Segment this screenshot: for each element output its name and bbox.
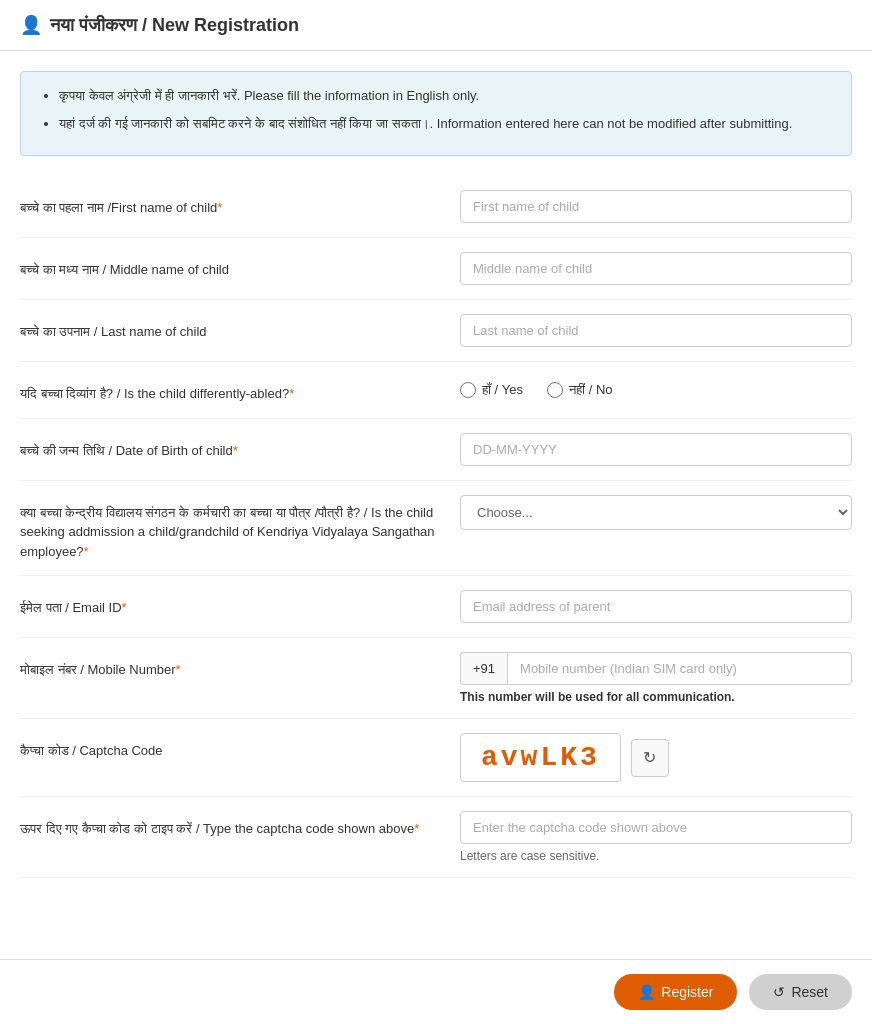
required-star: * [176,662,181,677]
mobile-prefix: +91 [460,652,507,685]
reset-label: Reset [791,984,828,1000]
last-name-wrap [460,314,852,347]
captcha-image: avwLK3 [460,733,621,782]
first-name-label: बच्चे का पहला नाम /First name of child* [20,190,440,218]
mobile-row: मोबाइल नंबर / Mobile Number* +91 This nu… [20,638,852,719]
captcha-refresh-button[interactable]: ↻ [631,739,669,777]
captcha-input-label: ऊपर दिए गए कैप्चा कोड को टाइप करें / Typ… [20,811,440,839]
last-name-label: बच्चे का उपनाम / Last name of child [20,314,440,342]
footer-actions: 👤 Register ↺ Reset [0,959,872,1024]
dob-label: बच्चे की जन्म तिथि / Date of Birth of ch… [20,433,440,461]
kv-employee-select[interactable]: Choose... Yes No [460,495,852,530]
reset-button[interactable]: ↺ Reset [749,974,852,1010]
dob-wrap [460,433,852,466]
reset-icon: ↺ [773,984,785,1000]
email-wrap [460,590,852,623]
captcha-case-note: Letters are case sensitive. [460,849,852,863]
info-notice: कृपया केवल अंग्रेजी में ही जानकारी भरें.… [20,71,852,156]
register-label: Register [661,984,713,1000]
register-icon: 👤 [638,984,655,1000]
differently-abled-label: यदि बच्चा दिव्यांग है? / Is the child di… [20,376,440,404]
last-name-row: बच्चे का उपनाम / Last name of child [20,300,852,362]
middle-name-input[interactable] [460,252,852,285]
mobile-label: मोबाइल नंबर / Mobile Number* [20,652,440,680]
radio-no-text: नहीं / No [569,382,612,398]
email-label: ईमेल पता / Email ID* [20,590,440,618]
dob-input[interactable] [460,433,852,466]
captcha-wrap: avwLK3 ↻ [460,733,852,782]
radio-yes[interactable] [460,382,476,398]
new-registration-icon: 👤 [20,14,42,36]
required-star: * [217,200,222,215]
required-star: * [122,600,127,615]
differently-abled-radio-group: हाँ / Yes नहीं / No [460,376,852,398]
middle-name-row: बच्चे का मध्य नाम / Middle name of child [20,238,852,300]
mobile-input-group: +91 [460,652,852,685]
last-name-input[interactable] [460,314,852,347]
first-name-wrap [460,190,852,223]
required-star: * [289,386,294,401]
required-star: * [233,443,238,458]
email-row: ईमेल पता / Email ID* [20,576,852,638]
registration-form: बच्चे का पहला नाम /First name of child* … [0,166,872,888]
captcha-row: कैप्चा कोड / Captcha Code avwLK3 ↻ [20,719,852,797]
dob-row: बच्चे की जन्म तिथि / Date of Birth of ch… [20,419,852,481]
register-button[interactable]: 👤 Register [614,974,737,1010]
radio-no-label[interactable]: नहीं / No [547,382,612,398]
captcha-input-wrap: Letters are case sensitive. [460,811,852,863]
mobile-note: This number will be used for all communi… [460,690,852,704]
page-title: नया पंजीकरण / New Registration [50,15,299,36]
first-name-row: बच्चे का पहला नाम /First name of child* [20,176,852,238]
middle-name-label: बच्चे का मध्य नाम / Middle name of child [20,252,440,280]
info-bullet-2: यहां दर्ज की गई जानकारी को सबमिट करने के… [59,114,833,134]
captcha-label: कैप्चा कोड / Captcha Code [20,733,440,761]
radio-yes-label[interactable]: हाँ / Yes [460,382,523,398]
differently-abled-row: यदि बच्चा दिव्यांग है? / Is the child di… [20,362,852,419]
info-bullet-1: कृपया केवल अंग्रेजी में ही जानकारी भरें.… [59,86,833,106]
kv-employee-row: क्या बच्चा केन्द्रीय विद्यालय संगठन के क… [20,481,852,577]
captcha-input-row: ऊपर दिए गए कैप्चा कोड को टाइप करें / Typ… [20,797,852,878]
captcha-input-field[interactable] [460,811,852,844]
mobile-wrap: +91 This number will be used for all com… [460,652,852,704]
kv-employee-wrap: Choose... Yes No [460,495,852,530]
differently-abled-wrap: हाँ / Yes नहीं / No [460,376,852,398]
required-star: * [414,821,419,836]
mobile-input[interactable] [507,652,852,685]
kv-employee-label: क्या बच्चा केन्द्रीय विद्यालय संगठन के क… [20,495,440,562]
email-input[interactable] [460,590,852,623]
required-star: * [84,544,89,559]
middle-name-wrap [460,252,852,285]
radio-yes-text: हाँ / Yes [482,382,523,398]
radio-no[interactable] [547,382,563,398]
captcha-group: avwLK3 ↻ [460,733,852,782]
first-name-input[interactable] [460,190,852,223]
